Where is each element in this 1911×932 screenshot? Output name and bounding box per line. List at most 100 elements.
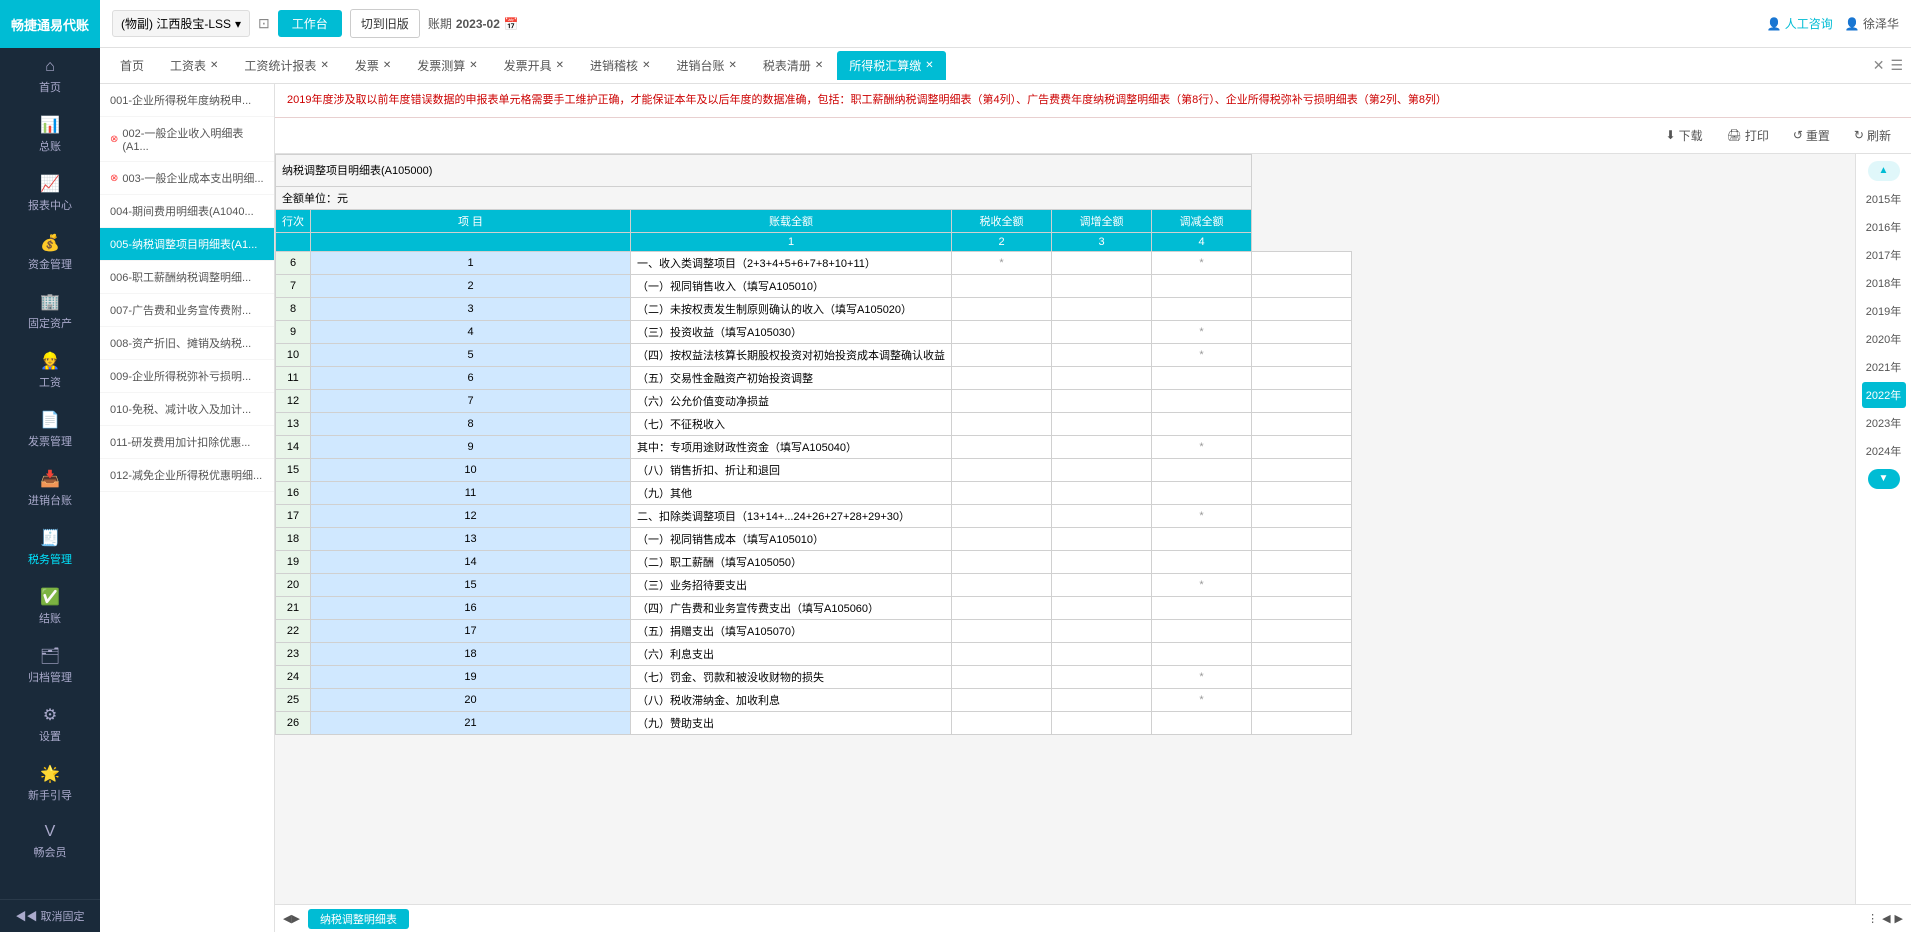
year-item-2022年[interactable]: 2022年 [1862, 382, 1906, 408]
sidebar-unpin[interactable]: ◀◀ 取消固定 [0, 899, 100, 932]
left-panel-item-009[interactable]: 009-企业所得税弥补亏损明... [100, 360, 274, 393]
data-cell-col4[interactable] [1252, 297, 1352, 320]
sidebar-item-tax[interactable]: 🧾税务管理 [0, 518, 100, 577]
navtab-进销台账[interactable]: 进销台账✕ [664, 51, 748, 80]
sidebar-item-archive[interactable]: 🗂归档管理 [0, 636, 100, 695]
bottom-sheet-tab[interactable]: 纳税调整明细表 [308, 909, 409, 929]
data-cell-col4[interactable] [1252, 550, 1352, 573]
data-cell-col3[interactable] [1152, 297, 1252, 320]
data-cell-col3[interactable]: * [1152, 251, 1252, 274]
sidebar-item-settings[interactable]: ⚙设置 [0, 695, 100, 754]
navtab-close-icon[interactable]: ✕ [728, 60, 736, 71]
data-cell-col2[interactable] [1052, 665, 1152, 688]
sidebar-item-home[interactable]: ⌂首页 [0, 48, 100, 105]
data-cell-col1[interactable] [952, 688, 1052, 711]
scroll-right-btn[interactable]: ▶ [1895, 912, 1903, 925]
sidebar-item-payroll[interactable]: 👷工资 [0, 341, 100, 400]
data-cell-col3[interactable] [1152, 458, 1252, 481]
navtab-税表清册[interactable]: 税表清册✕ [751, 51, 835, 80]
data-cell-col2[interactable] [1052, 458, 1152, 481]
nav-right-icon[interactable]: ▶ [291, 912, 299, 925]
navtab-工资表[interactable]: 工资表✕ [158, 51, 230, 80]
navtab-close-icon[interactable]: ✕ [320, 60, 328, 71]
navtab-close-icon[interactable]: ✕ [925, 60, 933, 71]
data-cell-col4[interactable] [1252, 596, 1352, 619]
data-cell-col1[interactable] [952, 297, 1052, 320]
left-panel-item-002[interactable]: ⊗002-一般企业收入明细表(A1... [100, 117, 274, 162]
year-item-2016年[interactable]: 2016年 [1862, 214, 1906, 240]
data-cell-col3[interactable] [1152, 389, 1252, 412]
data-cell-col3[interactable] [1152, 642, 1252, 665]
data-cell-col2[interactable] [1052, 481, 1152, 504]
refresh-button[interactable]: ↻ 刷新 [1846, 124, 1899, 147]
data-cell-col1[interactable] [952, 458, 1052, 481]
data-cell-col1[interactable] [952, 573, 1052, 596]
data-cell-col1[interactable] [952, 504, 1052, 527]
year-item-2015年[interactable]: 2015年 [1862, 186, 1906, 212]
sidebar-item-finance[interactable]: 💰资金管理 [0, 223, 100, 282]
left-panel-item-010[interactable]: 010-免税、减计收入及加计... [100, 393, 274, 426]
data-cell-col3[interactable] [1152, 619, 1252, 642]
data-cell-col2[interactable] [1052, 297, 1152, 320]
left-panel-item-012[interactable]: 012-减免企业所得税优惠明细... [100, 459, 274, 492]
data-cell-col1[interactable] [952, 366, 1052, 389]
navtab-close-icon[interactable]: ✕ [383, 60, 391, 71]
reset-button[interactable]: ↺ 重置 [1785, 124, 1838, 147]
data-cell-col3[interactable] [1152, 412, 1252, 435]
navtab-进销稽核[interactable]: 进销稽核✕ [578, 51, 662, 80]
data-cell-col4[interactable] [1252, 435, 1352, 458]
spreadsheet-area[interactable]: 纳税调整项目明细表(A105000) 全额单位：元 行次 项 目 账载全额 税收… [275, 154, 1855, 905]
data-cell-col1[interactable] [952, 274, 1052, 297]
left-panel-item-011[interactable]: 011-研发费用加计扣除优惠... [100, 426, 274, 459]
data-cell-col4[interactable] [1252, 573, 1352, 596]
data-cell-col1[interactable] [952, 550, 1052, 573]
data-cell-col2[interactable] [1052, 274, 1152, 297]
data-cell-col4[interactable] [1252, 665, 1352, 688]
left-panel-item-007[interactable]: 007-广告费和业务宣传费附... [100, 294, 274, 327]
year-item-2020年[interactable]: 2020年 [1862, 326, 1906, 352]
navtab-close-icon[interactable]: ✕ [556, 60, 564, 71]
data-cell-col3[interactable] [1152, 711, 1252, 734]
navtab-工资统计报表[interactable]: 工资统计报表✕ [232, 51, 340, 80]
year-up-button[interactable]: ▲ [1868, 161, 1900, 181]
navtab-close-icon[interactable]: ✕ [642, 60, 650, 71]
left-panel-item-003[interactable]: ⊗003-一般企业成本支出明细... [100, 162, 274, 195]
data-cell-col3[interactable] [1152, 366, 1252, 389]
left-panel-item-006[interactable]: 006-职工薪酬纳税调整明细... [100, 261, 274, 294]
data-cell-col2[interactable] [1052, 389, 1152, 412]
data-cell-col2[interactable] [1052, 366, 1152, 389]
data-cell-col2[interactable] [1052, 596, 1152, 619]
data-cell-col3[interactable]: * [1152, 435, 1252, 458]
left-panel-item-004[interactable]: 004-期间费用明细表(A1040... [100, 195, 274, 228]
data-cell-col3[interactable] [1152, 274, 1252, 297]
data-cell-col3[interactable]: * [1152, 343, 1252, 366]
left-panel-item-005[interactable]: 005-纳税调整项目明细表(A1... [100, 228, 274, 261]
close-tab-icon[interactable]: ✕ [1873, 57, 1885, 74]
calendar-icon[interactable]: 📅 [504, 17, 519, 31]
data-cell-col4[interactable] [1252, 504, 1352, 527]
data-cell-col4[interactable] [1252, 251, 1352, 274]
year-item-2021年[interactable]: 2021年 [1862, 354, 1906, 380]
navtab-close-icon[interactable]: ✕ [815, 60, 823, 71]
data-cell-col3[interactable] [1152, 550, 1252, 573]
data-cell-col1[interactable] [952, 343, 1052, 366]
data-cell-col1[interactable] [952, 527, 1052, 550]
data-cell-col4[interactable] [1252, 366, 1352, 389]
data-cell-col2[interactable] [1052, 711, 1152, 734]
data-cell-col4[interactable] [1252, 711, 1352, 734]
data-cell-col3[interactable] [1152, 596, 1252, 619]
data-cell-col2[interactable] [1052, 527, 1152, 550]
data-cell-col2[interactable] [1052, 343, 1152, 366]
left-panel-item-001[interactable]: 001-企业所得税年度纳税申... [100, 84, 274, 117]
data-cell-col2[interactable] [1052, 619, 1152, 642]
sidebar-item-member[interactable]: V畅会员 [0, 813, 100, 870]
data-cell-col4[interactable] [1252, 320, 1352, 343]
company-selector[interactable]: (物副) 江西股宝-LSS ▾ [112, 10, 250, 37]
sidebar-item-invoice[interactable]: 📄发票管理 [0, 400, 100, 459]
workbench-button[interactable]: 工作台 [278, 10, 342, 37]
data-cell-col2[interactable] [1052, 688, 1152, 711]
navtab-发票开具[interactable]: 发票开具✕ [492, 51, 576, 80]
sidebar-item-ledger[interactable]: 📊总账 [0, 105, 100, 164]
data-cell-col1[interactable]: * [952, 251, 1052, 274]
human-service[interactable]: 👤 人工咨询 [1766, 15, 1832, 32]
